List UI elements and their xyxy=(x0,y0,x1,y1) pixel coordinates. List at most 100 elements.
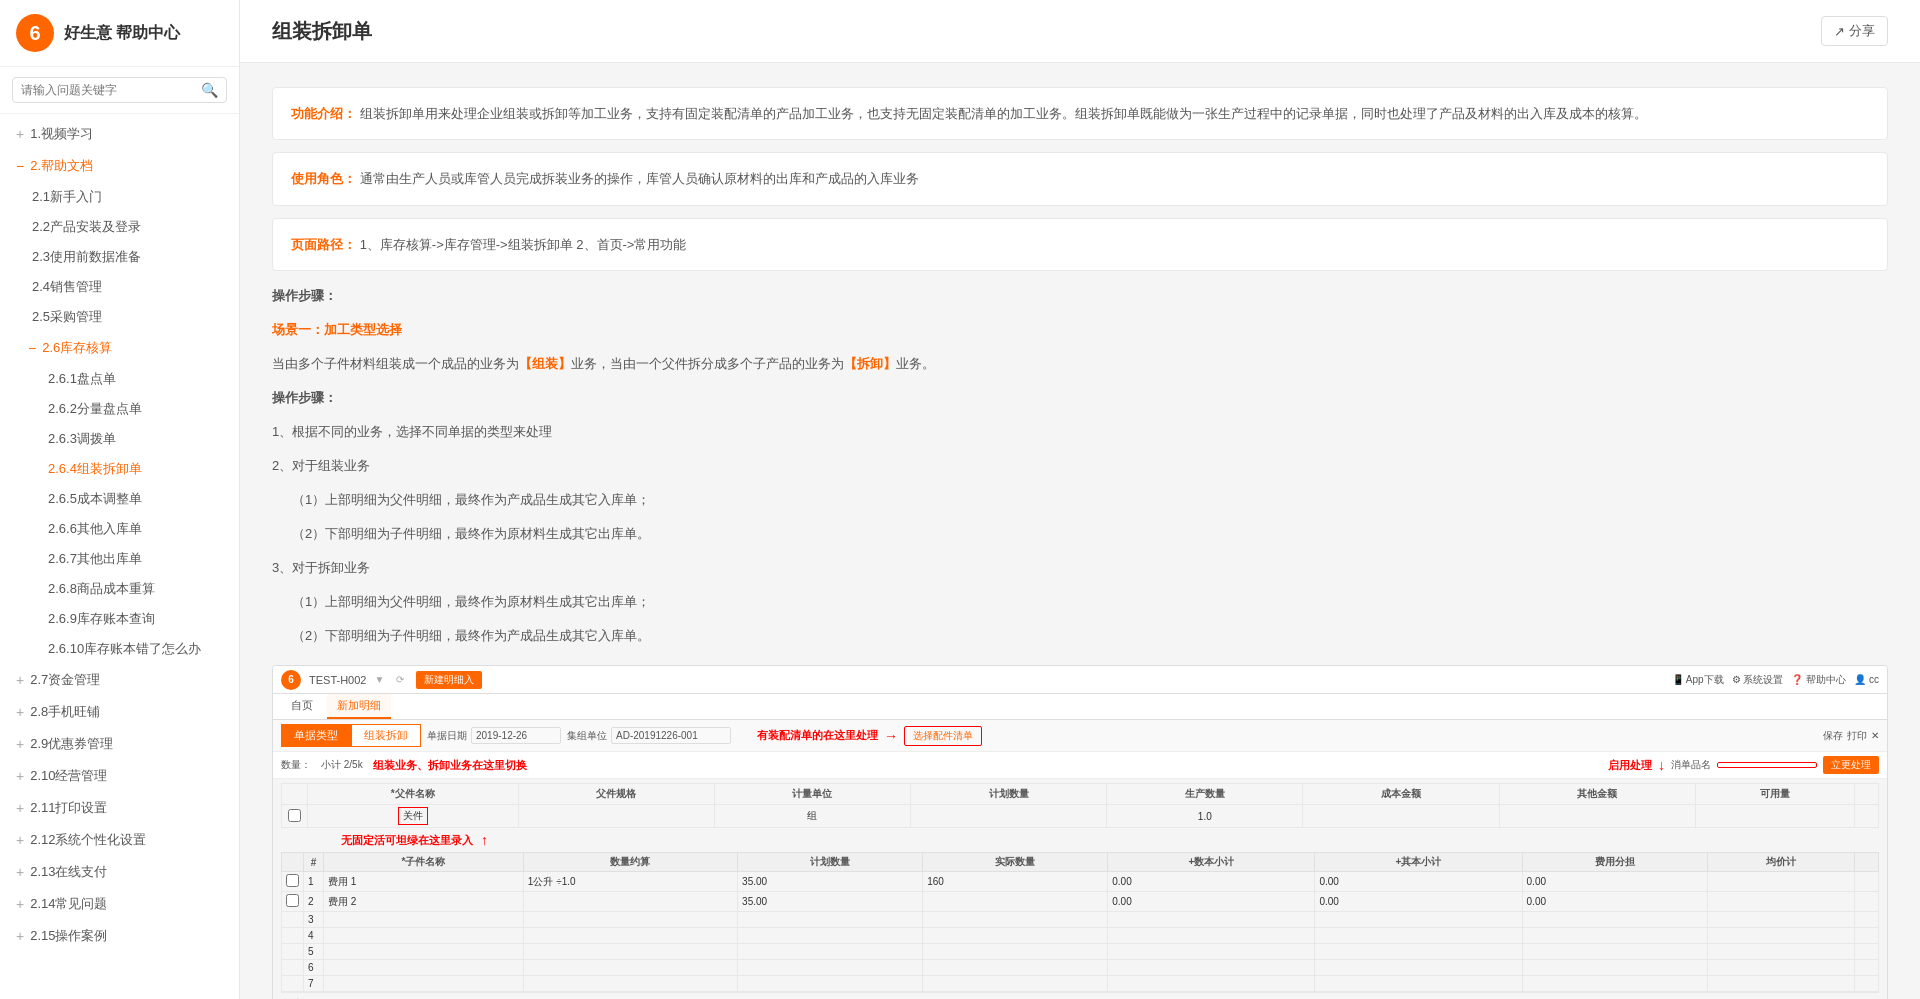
sidebar-item-2-7[interactable]: + 2.7资金管理 xyxy=(0,664,239,696)
sim-print-icon: 打印 xyxy=(1847,729,1867,743)
sidebar-item-2-4[interactable]: 2.4销售管理 xyxy=(0,272,239,302)
sidebar-label-2-4: 2.4销售管理 xyxy=(32,278,102,296)
search-icon[interactable]: 🔍 xyxy=(201,82,218,98)
sidebar-item-2-6-4[interactable]: 2.6.4组装拆卸单 xyxy=(0,454,239,484)
sidebar-item-2-15[interactable]: + 2.15操作案例 xyxy=(0,920,239,952)
sim-new-doc-btn[interactable]: 新建明细入 xyxy=(416,671,482,689)
sim-cell-parent-name: 关件 xyxy=(308,805,519,828)
step-2: 2、对于组装业务 xyxy=(272,453,1888,479)
sim-company-id: TEST-H002 xyxy=(309,674,366,686)
sim-date-label: 单据日期 xyxy=(427,729,467,743)
sim-col-unit: 计量单位 xyxy=(714,784,910,805)
sidebar-item-2-6-8[interactable]: 2.6.8商品成本重算 xyxy=(0,574,239,604)
sim-sub-col-actual-qty: 实际数量 xyxy=(923,853,1108,872)
table-row: 4 xyxy=(282,928,1879,944)
sim-save-icon: 保存 xyxy=(1823,729,1843,743)
sim-refresh-icon: ⟳ xyxy=(396,674,404,685)
expand-icon-2-7: + xyxy=(16,672,24,688)
sub-row-checkbox-2[interactable] xyxy=(286,894,299,907)
sidebar-item-docs[interactable]: − 2.帮助文档 xyxy=(0,150,239,182)
sim-bom-btn[interactable]: 选择配件清单 xyxy=(904,726,982,746)
sidebar-item-2-1[interactable]: 2.1新手入门 xyxy=(0,182,239,212)
sidebar-label-2-1: 2.1新手入门 xyxy=(32,188,102,206)
intro-block: 功能介绍： 组装拆卸单用来处理企业组装或拆卸等加工业务，支持有固定装配清单的产品… xyxy=(272,87,1888,140)
sim-cell-other xyxy=(1499,805,1695,828)
sidebar-label-2-11: 2.11打印设置 xyxy=(30,799,107,817)
sidebar-item-2-14[interactable]: + 2.14常见问题 xyxy=(0,888,239,920)
sim-col-cost: 成本金额 xyxy=(1303,784,1499,805)
sidebar-item-2-6-3[interactable]: 2.6.3调拨单 xyxy=(0,424,239,454)
sidebar-label-2-6-4: 2.6.4组装拆卸单 xyxy=(48,460,142,478)
sidebar-item-2-8[interactable]: + 2.8手机旺铺 xyxy=(0,696,239,728)
sim-annotation2-text: 组装业务、拆卸业务在这里切换 xyxy=(373,758,527,773)
sidebar-item-2-6-5[interactable]: 2.6.5成本调整单 xyxy=(0,484,239,514)
sidebar-label-2-7: 2.7资金管理 xyxy=(30,671,100,689)
sidebar-label-2-6-1: 2.6.1盘点单 xyxy=(48,370,116,388)
sim-tab-home[interactable]: 自页 xyxy=(281,694,323,719)
sim-assembly-input[interactable]: AD-20191226-001 xyxy=(611,727,731,744)
share-button[interactable]: ↗ 分享 xyxy=(1821,16,1888,46)
steps-sub-header: 操作步骤： xyxy=(272,385,1888,411)
sidebar-item-2-6-9[interactable]: 2.6.9库存账本查询 xyxy=(0,604,239,634)
sim-bom-search-label: 消单品名 xyxy=(1671,758,1711,772)
sidebar-item-2-2[interactable]: 2.2产品安装及登录 xyxy=(0,212,239,242)
scene1-desc: 当由多个子件材料组装成一个成品的业务为【组装】业务，当由一个父件拆分成多个子产品… xyxy=(272,351,1888,377)
search-box[interactable]: 🔍 xyxy=(12,77,227,103)
sim-date-input[interactable]: 2019-12-26 xyxy=(471,727,561,744)
sim-sub-col-check xyxy=(282,853,304,872)
sim-help-icon: ⚙ 系统设置 xyxy=(1732,673,1784,687)
sim-cell-plan xyxy=(911,805,1107,828)
sim-annotation4-area: 无固定活可坦绿在这里录入 ↑ xyxy=(281,832,1879,848)
sim-confirm-btn[interactable]: 立更处理 xyxy=(1823,756,1879,774)
sim-btn-disassembly[interactable]: 组装拆卸 xyxy=(351,724,421,747)
step-2-1: （1）上部明细为父件明细，最终作为产成品生成其它入库单； xyxy=(272,487,1888,513)
expand-icon-2-6: − xyxy=(28,340,36,356)
sidebar-item-2-6-7[interactable]: 2.6.7其他出库单 xyxy=(0,544,239,574)
sim-num-value: 小计 2/5k xyxy=(321,758,363,772)
expand-icon-2-10: + xyxy=(16,768,24,784)
step-1: 1、根据不同的业务，选择不同单据的类型来处理 xyxy=(272,419,1888,445)
path-label: 页面路径： xyxy=(291,237,356,252)
steps-section: 操作步骤： 场景一：加工类型选择 当由多个子件材料组装成一个成品的业务为【组装】… xyxy=(272,283,1888,649)
sim-arrow1-icon: → xyxy=(884,728,898,744)
sidebar-item-video[interactable]: + 1.视频学习 xyxy=(0,118,239,150)
sidebar-item-2-6[interactable]: − 2.6库存核算 xyxy=(0,332,239,364)
sidebar-item-2-6-6[interactable]: 2.6.6其他入库单 xyxy=(0,514,239,544)
expand-icon-2-13: + xyxy=(16,864,24,880)
sidebar-item-2-13[interactable]: + 2.13在线支付 xyxy=(0,856,239,888)
sim-close-icon: ✕ xyxy=(1871,730,1879,741)
sim-assembly-field: 集组单位 AD-20191226-001 xyxy=(567,727,731,744)
step-3-2: （2）下部明细为子件明细，最终作为产成品生成其它入库单。 xyxy=(272,623,1888,649)
table-row: 5 xyxy=(282,944,1879,960)
sim-tab-detail[interactable]: 新加明细 xyxy=(327,694,391,719)
sidebar-item-2-6-1[interactable]: 2.6.1盘点单 xyxy=(0,364,239,394)
app-logo-icon: 6 xyxy=(16,14,54,52)
sidebar-label-docs: 2.帮助文档 xyxy=(30,157,93,175)
intro-label: 功能介绍： xyxy=(291,106,356,121)
sim-annotation3-text: 启用处理 xyxy=(1608,758,1652,773)
sidebar-item-2-9[interactable]: + 2.9优惠券管理 xyxy=(0,728,239,760)
sidebar-item-2-6-10[interactable]: 2.6.10库存账本错了怎么办 xyxy=(0,634,239,664)
sim-sub-col-act xyxy=(1855,853,1879,872)
sidebar-label-2-13: 2.13在线支付 xyxy=(30,863,107,881)
sidebar-item-2-3[interactable]: 2.3使用前数据准备 xyxy=(0,242,239,272)
sim-right-controls: 启用处理 ↓ 消单品名 立更处理 xyxy=(1608,756,1879,774)
expand-icon-2-9: + xyxy=(16,736,24,752)
sim-bom-search-input[interactable] xyxy=(1717,762,1817,768)
row-checkbox[interactable] xyxy=(288,809,301,822)
sub-row-checkbox-1[interactable] xyxy=(286,874,299,887)
sidebar-item-2-11[interactable]: + 2.11打印设置 xyxy=(0,792,239,824)
sidebar-item-2-12[interactable]: + 2.12系统个性化设置 xyxy=(0,824,239,856)
logo-area: 6 好生意 帮助中心 xyxy=(0,0,239,67)
sidebar-item-2-5[interactable]: 2.5采购管理 xyxy=(0,302,239,332)
sim-parent-name-input[interactable]: 关件 xyxy=(398,807,428,825)
sim-col-avail: 可用量 xyxy=(1695,784,1854,805)
sidebar-item-2-6-2[interactable]: 2.6.2分量盘点单 xyxy=(0,394,239,424)
table-row: 7 xyxy=(282,976,1879,992)
sidebar-item-2-10[interactable]: + 2.10经营管理 xyxy=(0,760,239,792)
sim-sub-col-plan-qty: 计划数量 xyxy=(738,853,923,872)
sim-cell-spec xyxy=(518,805,714,828)
search-input[interactable] xyxy=(21,83,201,97)
sim-btn-assembly[interactable]: 单据类型 xyxy=(281,724,351,747)
sidebar-label-2-6-5: 2.6.5成本调整单 xyxy=(48,490,142,508)
